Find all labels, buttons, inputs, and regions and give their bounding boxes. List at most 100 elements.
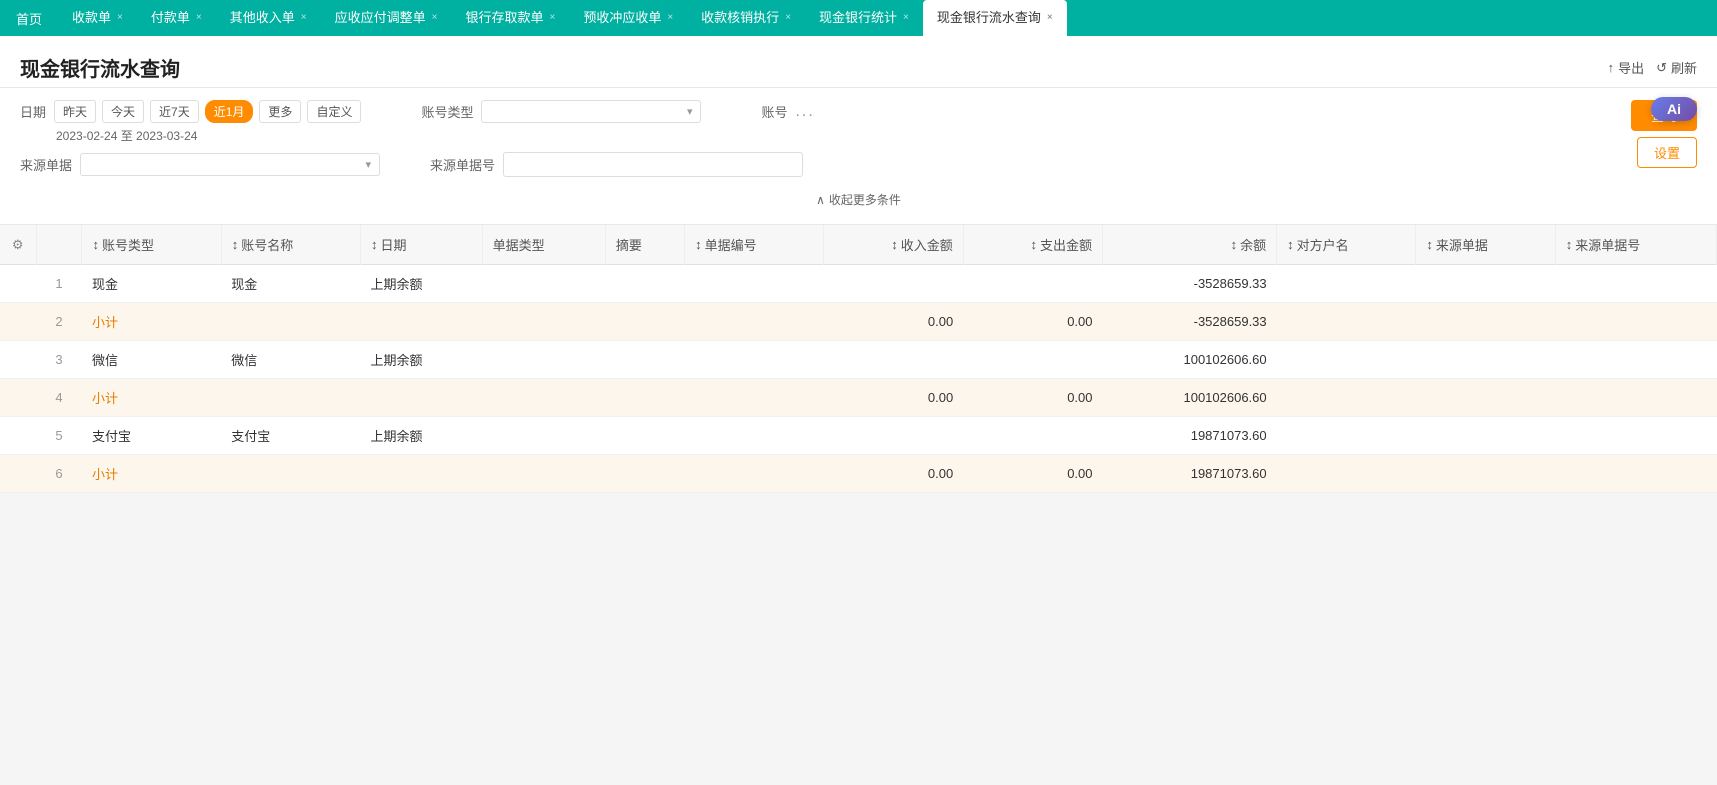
- td-source-doc: [1416, 303, 1555, 341]
- th-summary: 摘要: [605, 225, 684, 265]
- td-doc-type: [482, 455, 605, 493]
- td-account-name: 支付宝: [221, 417, 360, 455]
- td-date: [361, 303, 483, 341]
- tab-current[interactable]: 现金银行流水查询 ×: [923, 0, 1067, 36]
- th-account-name[interactable]: ↕ 账号名称: [221, 225, 360, 265]
- account-filter-group: 账号 ...: [761, 102, 814, 121]
- date-today[interactable]: 今天: [102, 100, 144, 123]
- close-icon[interactable]: ×: [903, 0, 909, 36]
- td-source-doc-no: [1555, 341, 1716, 379]
- td-account-type: 现金: [82, 265, 221, 303]
- td-expense: [963, 417, 1102, 455]
- source-doc-num-label: 来源单据号: [430, 155, 495, 174]
- th-source-doc[interactable]: ↕ 来源单据: [1416, 225, 1555, 265]
- gear-icon[interactable]: ⚙: [12, 237, 24, 252]
- th-balance[interactable]: ↕ 余额: [1103, 225, 1277, 265]
- tab-bank-deposit[interactable]: 银行存取款单 ×: [451, 0, 569, 36]
- td-doc-type: [482, 379, 605, 417]
- td-expense: [963, 265, 1102, 303]
- td-counterparty: [1277, 265, 1416, 303]
- table-row: 5支付宝支付宝上期余额19871073.60: [0, 417, 1717, 455]
- th-expense[interactable]: ↕ 支出金额: [963, 225, 1102, 265]
- setting-button[interactable]: 设置: [1637, 137, 1697, 168]
- td-doc-type: [482, 417, 605, 455]
- th-date[interactable]: ↕ 日期: [361, 225, 483, 265]
- th-counterparty[interactable]: ↕ 对方户名: [1277, 225, 1416, 265]
- th-doc-no[interactable]: ↕ 单据编号: [685, 225, 824, 265]
- source-doc-select[interactable]: ▾: [80, 153, 380, 176]
- close-icon[interactable]: ×: [196, 0, 202, 36]
- refresh-button[interactable]: ↺ 刷新: [1656, 58, 1697, 77]
- th-account-type[interactable]: ↕ 账号类型: [82, 225, 221, 265]
- tab-arAp[interactable]: 应收应付调整单 ×: [321, 0, 452, 36]
- tab-advance[interactable]: 预收冲应收单 ×: [569, 0, 687, 36]
- td-counterparty: [1277, 417, 1416, 455]
- td-account-name: [221, 455, 360, 493]
- td-settings: [0, 341, 36, 379]
- td-seq: 4: [36, 379, 82, 417]
- td-balance: -3528659.33: [1103, 303, 1277, 341]
- filter-area: 日期 昨天 今天 近7天 近1月 更多 自定义 账号类型 ▾: [0, 88, 1717, 225]
- td-date: [361, 379, 483, 417]
- td-doc-type: [482, 265, 605, 303]
- close-icon[interactable]: ×: [301, 0, 307, 36]
- date-more[interactable]: 更多: [259, 100, 301, 123]
- account-label: 账号: [761, 102, 787, 121]
- top-navigation: 首页 收款单 × 付款单 × 其他收入单 × 应收应付调整单 × 银行存取款单 …: [0, 0, 1717, 36]
- tab-payment[interactable]: 付款单 ×: [137, 0, 216, 36]
- export-button[interactable]: ↑ 导出: [1608, 58, 1645, 77]
- td-expense: [963, 341, 1102, 379]
- td-account-type: 微信: [82, 341, 221, 379]
- td-source-doc: [1416, 379, 1555, 417]
- nav-home[interactable]: 首页: [0, 9, 58, 28]
- td-account-name: 现金: [221, 265, 360, 303]
- account-more-dots[interactable]: ...: [795, 103, 814, 121]
- td-account-type: 小计: [82, 379, 221, 417]
- ai-button[interactable]: Ai: [1651, 97, 1697, 121]
- account-type-label: 账号类型: [421, 102, 473, 121]
- tab-collection[interactable]: 收款核销执行 ×: [687, 0, 805, 36]
- source-doc-num-input[interactable]: [503, 152, 803, 177]
- date-options: 昨天 今天 近7天 近1月 更多 自定义: [54, 100, 361, 123]
- td-date: [361, 455, 483, 493]
- tab-cash-stat[interactable]: 现金银行统计 ×: [805, 0, 923, 36]
- export-icon: ↑: [1608, 60, 1615, 75]
- close-icon[interactable]: ×: [1047, 0, 1053, 36]
- th-settings[interactable]: ⚙: [0, 225, 36, 265]
- td-account-type: 支付宝: [82, 417, 221, 455]
- source-doc-label: 来源单据: [20, 155, 72, 174]
- date-7days[interactable]: 近7天: [150, 100, 199, 123]
- close-icon[interactable]: ×: [785, 0, 791, 36]
- close-icon[interactable]: ×: [117, 0, 123, 36]
- th-source-doc-no[interactable]: ↕ 来源单据号: [1555, 225, 1716, 265]
- close-icon[interactable]: ×: [549, 0, 555, 36]
- account-type-select[interactable]: ▾: [481, 100, 701, 123]
- td-doc-no: [685, 265, 824, 303]
- td-seq: 5: [36, 417, 82, 455]
- date-filter-group: 日期 昨天 今天 近7天 近1月 更多 自定义: [20, 100, 361, 123]
- tab-other-income[interactable]: 其他收入单 ×: [216, 0, 321, 36]
- date-1month[interactable]: 近1月: [205, 100, 254, 123]
- collapse-up-icon: ∧: [816, 193, 825, 207]
- close-icon[interactable]: ×: [432, 0, 438, 36]
- th-income[interactable]: ↕ 收入金额: [824, 225, 963, 265]
- date-custom[interactable]: 自定义: [307, 100, 361, 123]
- date-yesterday[interactable]: 昨天: [54, 100, 96, 123]
- td-date: 上期余额: [361, 341, 483, 379]
- tab-receipt[interactable]: 收款单 ×: [58, 0, 137, 36]
- td-doc-type: [482, 341, 605, 379]
- table-row: 4小计0.000.00100102606.60: [0, 379, 1717, 417]
- td-counterparty: [1277, 303, 1416, 341]
- chevron-down-icon-2: ▾: [365, 158, 371, 171]
- td-settings: [0, 265, 36, 303]
- close-icon[interactable]: ×: [667, 0, 673, 36]
- td-source-doc: [1416, 455, 1555, 493]
- table-row: 2小计0.000.00-3528659.33: [0, 303, 1717, 341]
- td-summary: [605, 341, 684, 379]
- td-expense: 0.00: [963, 455, 1102, 493]
- source-doc-filter-group: 来源单据 ▾: [20, 153, 380, 176]
- collapse-filters-button[interactable]: ∧ 收起更多条件: [20, 187, 1697, 212]
- filter-row-date: 日期 昨天 今天 近7天 近1月 更多 自定义 账号类型 ▾: [20, 100, 1611, 123]
- td-summary: [605, 379, 684, 417]
- td-doc-no: [685, 455, 824, 493]
